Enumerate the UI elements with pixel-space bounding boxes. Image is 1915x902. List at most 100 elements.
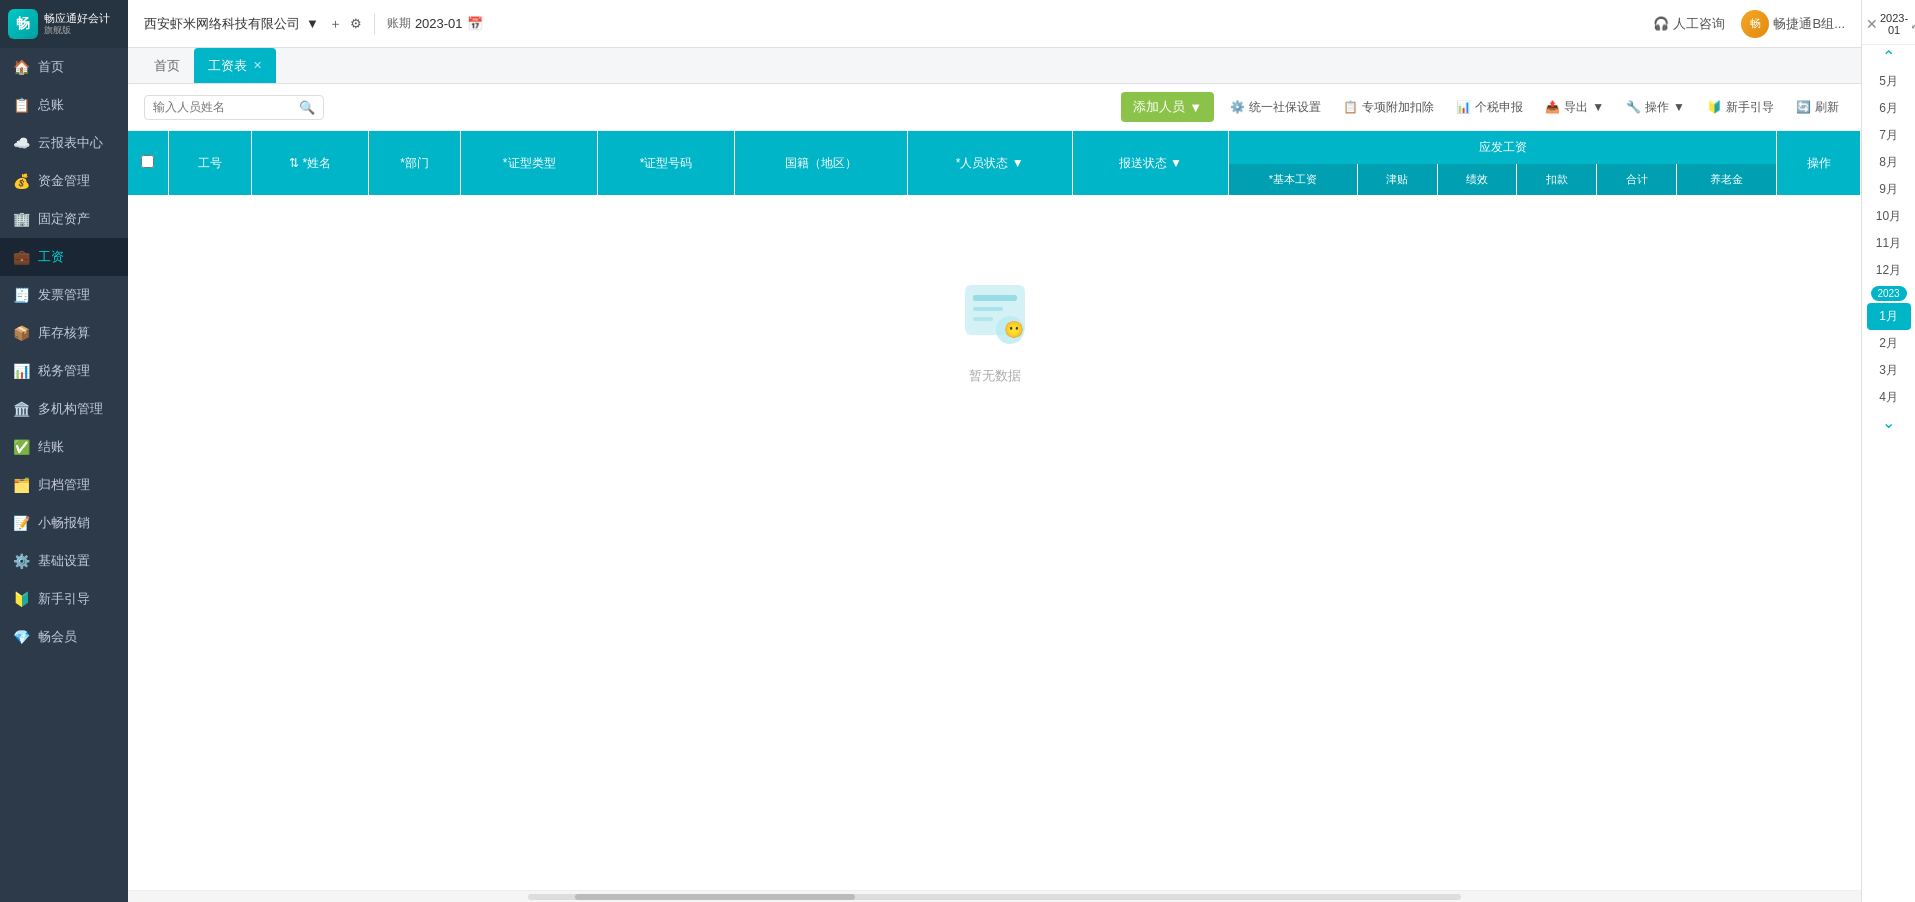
sidebar-item-label: 工资: [38, 248, 64, 266]
month-item-2[interactable]: 2月: [1867, 330, 1911, 357]
year-badge: 2023: [1871, 286, 1907, 301]
expand-panel-icon[interactable]: ⤢: [1910, 16, 1915, 32]
close-panel-icon[interactable]: ✕: [1866, 16, 1878, 32]
sidebar-item-label: 资金管理: [38, 172, 90, 190]
calendar-icon[interactable]: 📅: [467, 16, 483, 31]
period-value: 2023-01: [415, 16, 463, 31]
settings-icon: ⚙️: [12, 553, 30, 569]
month-item-3[interactable]: 3月: [1867, 357, 1911, 384]
right-panel: ✕ 2023-01 ⤢ ⌃ 5月 6月 7月 8月 9月 10月 11月 12月…: [1861, 0, 1915, 902]
sidebar-item-inventory[interactable]: 📦 库存核算: [0, 314, 128, 352]
tab-home[interactable]: 首页: [140, 48, 194, 83]
sort-name-icon[interactable]: ⇅: [289, 156, 299, 170]
salary-table: 工号 ⇅ *姓名 *部门 *证型类型 *证型号码: [128, 131, 1861, 195]
fixed-asset-icon: 🏢: [12, 211, 30, 227]
company-dropdown-icon[interactable]: ▼: [306, 16, 319, 31]
logo-initial: 畅: [16, 15, 30, 33]
sidebar-item-label: 结账: [38, 438, 64, 456]
expense-icon: 📝: [12, 515, 30, 531]
export-dropdown-icon: ▼: [1592, 100, 1604, 114]
table-wrap: 工号 ⇅ *姓名 *部门 *证型类型 *证型号码: [128, 131, 1861, 890]
filter-person-status-icon[interactable]: ▼: [1012, 156, 1024, 170]
cloud-icon: ☁️: [12, 135, 30, 151]
company-name: 西安虾米网络科技有限公司: [144, 15, 300, 33]
scroll-thumb[interactable]: [575, 894, 855, 900]
sidebar-item-ledger[interactable]: 📋 总账: [0, 86, 128, 124]
newbie-guide-icon: 🔰: [1707, 100, 1722, 114]
month-item-12[interactable]: 12月: [1867, 257, 1911, 284]
sidebar-item-label: 畅会员: [38, 628, 77, 646]
newbie-guide-btn[interactable]: 🔰 新手引导: [1701, 95, 1780, 120]
export-btn[interactable]: 📤 导出 ▼: [1539, 95, 1610, 120]
sidebar-item-label: 总账: [38, 96, 64, 114]
col-operations: 操作: [1777, 131, 1861, 195]
user-info[interactable]: 畅 畅捷通B组...: [1741, 10, 1845, 38]
service-btn[interactable]: 🎧 人工咨询: [1653, 15, 1725, 33]
sidebar-item-checkout[interactable]: ✅ 结账: [0, 428, 128, 466]
company-selector[interactable]: 西安虾米网络科技有限公司 ▼: [144, 15, 319, 33]
sidebar-item-member[interactable]: 💎 畅会员: [0, 618, 128, 656]
tax-report-btn[interactable]: 📊 个税申报: [1450, 95, 1529, 120]
panel-up-arrow[interactable]: ⌃: [1880, 45, 1897, 68]
sidebar-item-label: 小畅报销: [38, 514, 90, 532]
special-deduction-icon: 📋: [1343, 100, 1358, 114]
invoice-icon: 🧾: [12, 287, 30, 303]
sidebar-item-label: 新手引导: [38, 590, 90, 608]
sidebar-item-fixed-asset[interactable]: 🏢 固定资产: [0, 200, 128, 238]
filter-submit-status-icon[interactable]: ▼: [1170, 156, 1182, 170]
sidebar-item-guide[interactable]: 🔰 新手引导: [0, 580, 128, 618]
panel-down-arrow[interactable]: ⌄: [1880, 411, 1897, 434]
sidebar-item-settings[interactable]: ⚙️ 基础设置: [0, 542, 128, 580]
sidebar-item-cloud-report[interactable]: ☁️ 云报表中心: [0, 124, 128, 162]
month-item-9[interactable]: 9月: [1867, 176, 1911, 203]
tab-salary[interactable]: 工资表 ✕: [194, 48, 276, 83]
member-icon: 💎: [12, 629, 30, 645]
sidebar-item-home[interactable]: 🏠 首页: [0, 48, 128, 86]
sidebar-item-tax[interactable]: 📊 税务管理: [0, 352, 128, 390]
month-item-11[interactable]: 11月: [1867, 230, 1911, 257]
month-item-5[interactable]: 5月: [1867, 68, 1911, 95]
refresh-btn[interactable]: 🔄 刷新: [1790, 95, 1845, 120]
horizontal-scrollbar[interactable]: [128, 890, 1861, 902]
topbar-add-icon[interactable]: ＋: [329, 15, 342, 33]
operations-dropdown-icon: ▼: [1673, 100, 1685, 114]
sidebar-item-invoice[interactable]: 🧾 发票管理: [0, 276, 128, 314]
inventory-icon: 📦: [12, 325, 30, 341]
topbar-settings-icon[interactable]: ⚙: [350, 16, 362, 31]
month-item-6[interactable]: 6月: [1867, 95, 1911, 122]
guide-icon: 🔰: [12, 591, 30, 607]
month-item-4[interactable]: 4月: [1867, 384, 1911, 411]
sidebar-item-fund[interactable]: 💰 资金管理: [0, 162, 128, 200]
col-allowance: 津贴: [1357, 164, 1437, 195]
sidebar-item-label: 基础设置: [38, 552, 90, 570]
sidebar-item-expense[interactable]: 📝 小畅报销: [0, 504, 128, 542]
user-name: 畅捷通B组...: [1773, 15, 1845, 33]
month-item-10[interactable]: 10月: [1867, 203, 1911, 230]
checkbox-header[interactable]: [128, 131, 168, 195]
special-deduction-btn[interactable]: 📋 专项附加扣除: [1337, 95, 1440, 120]
sidebar-item-salary[interactable]: 💼 工资: [0, 238, 128, 276]
svg-text:😶: 😶: [1004, 320, 1024, 339]
select-all-checkbox[interactable]: [141, 155, 154, 168]
add-person-button[interactable]: 添加人员 ▼: [1121, 92, 1214, 122]
month-item-7[interactable]: 7月: [1867, 122, 1911, 149]
svg-rect-1: [973, 295, 1017, 301]
month-item-8[interactable]: 8月: [1867, 149, 1911, 176]
table-header-row1: 工号 ⇅ *姓名 *部门 *证型类型 *证型号码: [128, 131, 1861, 164]
operations-btn[interactable]: 🔧 操作 ▼: [1620, 95, 1691, 120]
sidebar-item-multi-org[interactable]: 🏛️ 多机构管理: [0, 390, 128, 428]
tab-salary-label: 工资表: [208, 57, 247, 75]
ledger-icon: 📋: [12, 97, 30, 113]
month-item-1-active[interactable]: 1月: [1867, 303, 1911, 330]
tab-salary-close[interactable]: ✕: [253, 59, 262, 72]
col-cert-no: *证型号码: [598, 131, 735, 195]
search-input[interactable]: [153, 100, 293, 114]
search-wrap[interactable]: 🔍: [144, 95, 324, 120]
sidebar: 畅 畅应通好会计 旗舰版 🏠 首页 📋 总账 ☁️ 云报表中心 💰 资金管理 🏢…: [0, 0, 128, 902]
social-insurance-btn[interactable]: ⚙️ 统一社保设置: [1224, 95, 1327, 120]
empty-illustration: 😶: [955, 275, 1035, 355]
sidebar-item-archive[interactable]: 🗂️ 归档管理: [0, 466, 128, 504]
export-icon: 📤: [1545, 100, 1560, 114]
sidebar-item-label: 固定资产: [38, 210, 90, 228]
logo: 畅 畅应通好会计 旗舰版: [0, 0, 128, 48]
